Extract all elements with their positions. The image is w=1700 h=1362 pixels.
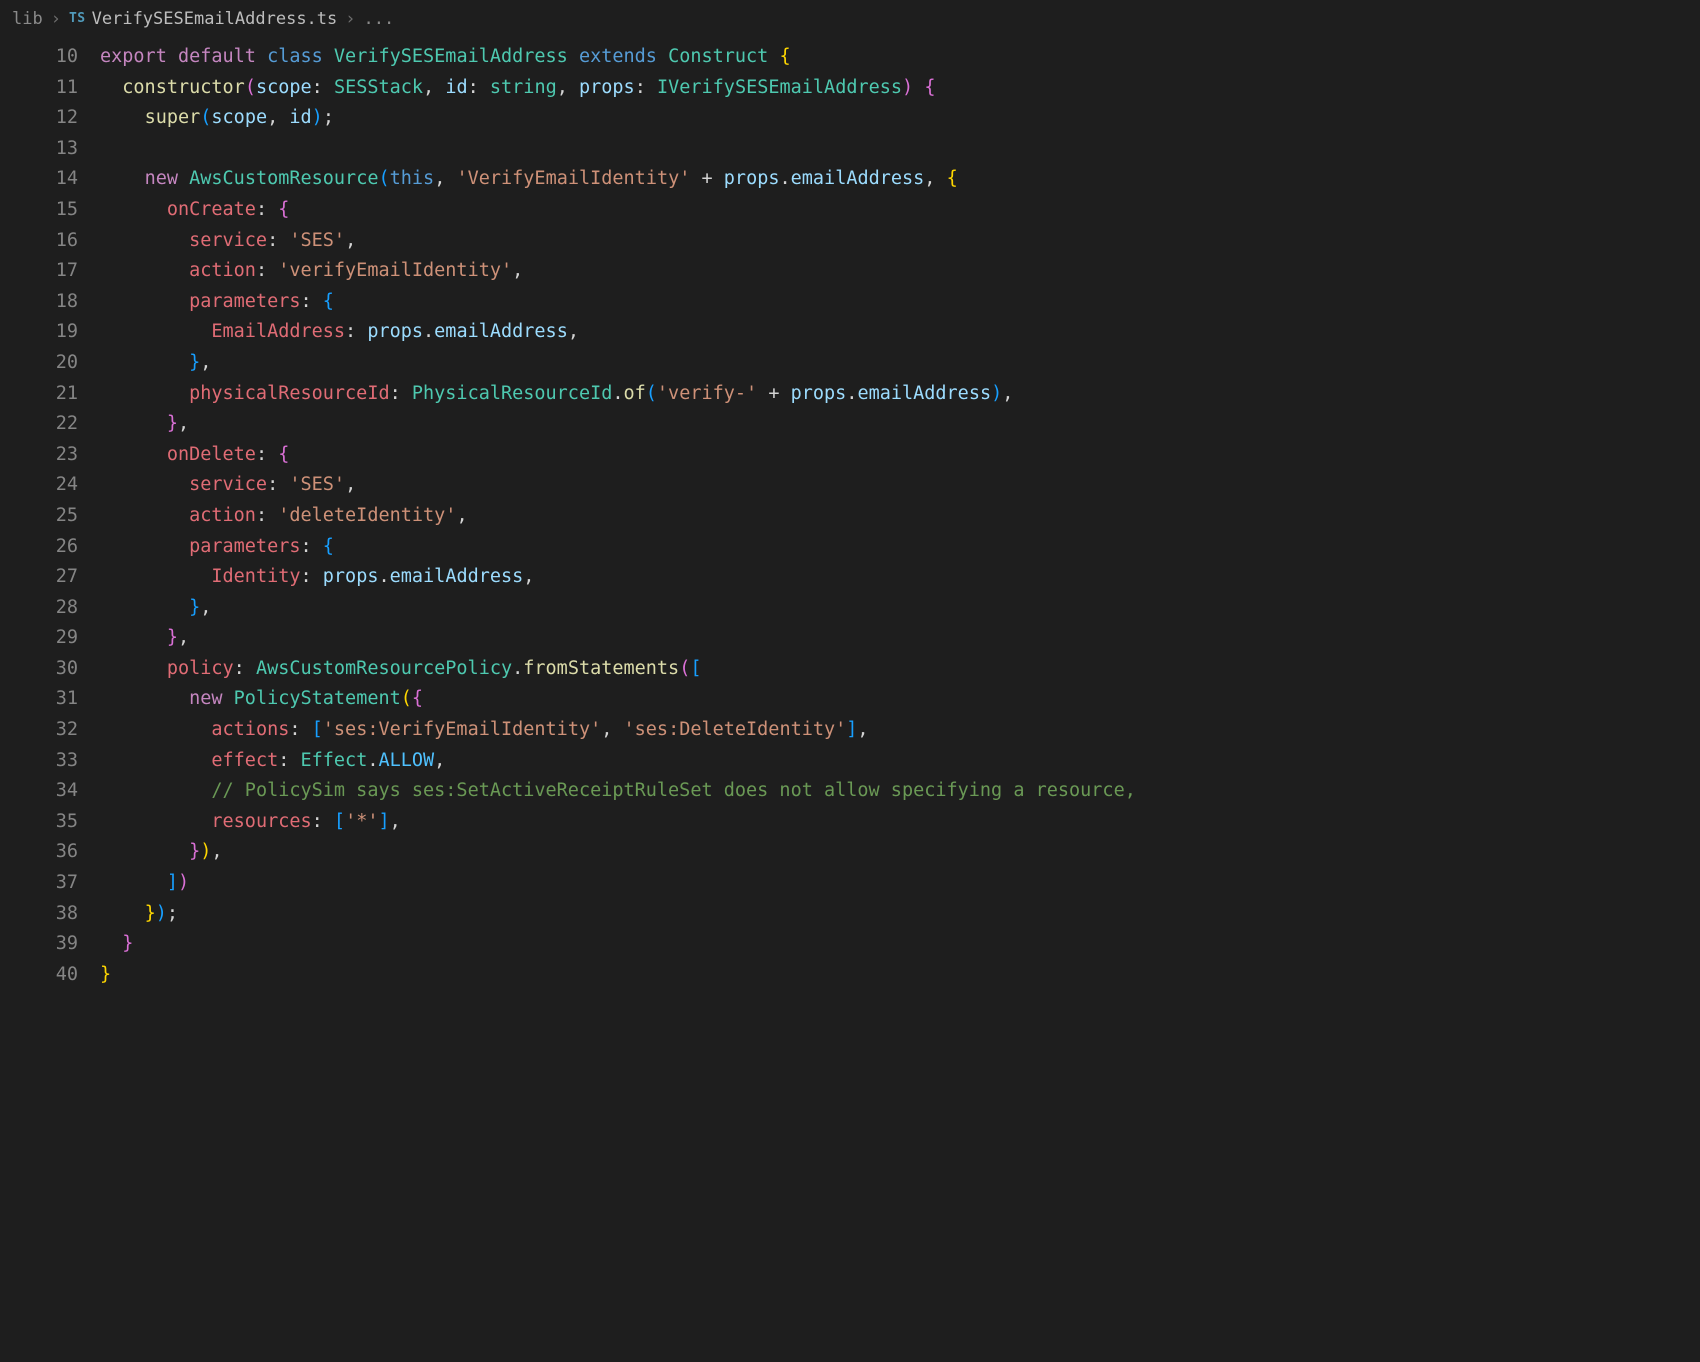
code-line[interactable]: parameters: {: [100, 287, 1136, 318]
line-number: 34: [0, 776, 78, 807]
code-line[interactable]: parameters: {: [100, 532, 1136, 563]
code-line[interactable]: actions: ['ses:VerifyEmailIdentity', 'se…: [100, 715, 1136, 746]
line-number: 39: [0, 929, 78, 960]
breadcrumb-folder[interactable]: lib: [12, 5, 43, 33]
code-line[interactable]: constructor(scope: SESStack, id: string,…: [100, 73, 1136, 104]
line-number: 14: [0, 164, 78, 195]
line-number: 40: [0, 960, 78, 991]
line-number: 24: [0, 470, 78, 501]
line-number: 22: [0, 409, 78, 440]
code-editor[interactable]: 1011121314151617181920212223242526272829…: [0, 38, 1700, 990]
code-line[interactable]: new PolicyStatement({: [100, 684, 1136, 715]
line-number: 33: [0, 746, 78, 777]
code-line[interactable]: service: 'SES',: [100, 470, 1136, 501]
code-line[interactable]: action: 'deleteIdentity',: [100, 501, 1136, 532]
breadcrumb[interactable]: lib › TS VerifySESEmailAddress.ts › ...: [0, 0, 1700, 38]
line-number: 10: [0, 42, 78, 73]
line-number: 30: [0, 654, 78, 685]
code-line[interactable]: Identity: props.emailAddress,: [100, 562, 1136, 593]
line-number: 18: [0, 287, 78, 318]
typescript-file-icon: TS: [69, 8, 86, 29]
code-line[interactable]: effect: Effect.ALLOW,: [100, 746, 1136, 777]
line-number: 21: [0, 379, 78, 410]
code-line[interactable]: ]): [100, 868, 1136, 899]
line-number: 16: [0, 226, 78, 257]
chevron-right-icon: ›: [345, 5, 355, 33]
code-line[interactable]: policy: AwsCustomResourcePolicy.fromStat…: [100, 654, 1136, 685]
line-number: 28: [0, 593, 78, 624]
code-line[interactable]: onCreate: {: [100, 195, 1136, 226]
line-number: 20: [0, 348, 78, 379]
code-line[interactable]: },: [100, 593, 1136, 624]
code-line[interactable]: service: 'SES',: [100, 226, 1136, 257]
code-line[interactable]: new AwsCustomResource(this, 'VerifyEmail…: [100, 164, 1136, 195]
code-line[interactable]: }),: [100, 837, 1136, 868]
line-number: 36: [0, 837, 78, 868]
line-number: 35: [0, 807, 78, 838]
line-number: 31: [0, 684, 78, 715]
line-number: 26: [0, 532, 78, 563]
code-line[interactable]: super(scope, id);: [100, 103, 1136, 134]
code-line[interactable]: },: [100, 409, 1136, 440]
code-line[interactable]: });: [100, 899, 1136, 930]
line-number: 15: [0, 195, 78, 226]
line-number: 32: [0, 715, 78, 746]
line-number-gutter: 1011121314151617181920212223242526272829…: [0, 42, 100, 990]
line-number: 23: [0, 440, 78, 471]
code-line[interactable]: },: [100, 623, 1136, 654]
code-line[interactable]: }: [100, 960, 1136, 991]
line-number: 29: [0, 623, 78, 654]
code-line[interactable]: onDelete: {: [100, 440, 1136, 471]
line-number: 12: [0, 103, 78, 134]
code-line[interactable]: },: [100, 348, 1136, 379]
code-content[interactable]: export default class VerifySESEmailAddre…: [100, 42, 1136, 990]
line-number: 17: [0, 256, 78, 287]
code-line[interactable]: // PolicySim says ses:SetActiveReceiptRu…: [100, 776, 1136, 807]
code-line[interactable]: resources: ['*'],: [100, 807, 1136, 838]
code-line[interactable]: action: 'verifyEmailIdentity',: [100, 256, 1136, 287]
code-line[interactable]: [100, 134, 1136, 165]
line-number: 38: [0, 899, 78, 930]
line-number: 11: [0, 73, 78, 104]
breadcrumb-symbol[interactable]: ...: [364, 5, 395, 33]
code-line[interactable]: EmailAddress: props.emailAddress,: [100, 317, 1136, 348]
breadcrumb-file[interactable]: VerifySESEmailAddress.ts: [92, 5, 338, 33]
code-line[interactable]: export default class VerifySESEmailAddre…: [100, 42, 1136, 73]
line-number: 19: [0, 317, 78, 348]
line-number: 37: [0, 868, 78, 899]
code-line[interactable]: physicalResourceId: PhysicalResourceId.o…: [100, 379, 1136, 410]
code-line[interactable]: }: [100, 929, 1136, 960]
chevron-right-icon: ›: [51, 5, 61, 33]
line-number: 25: [0, 501, 78, 532]
line-number: 27: [0, 562, 78, 593]
line-number: 13: [0, 134, 78, 165]
